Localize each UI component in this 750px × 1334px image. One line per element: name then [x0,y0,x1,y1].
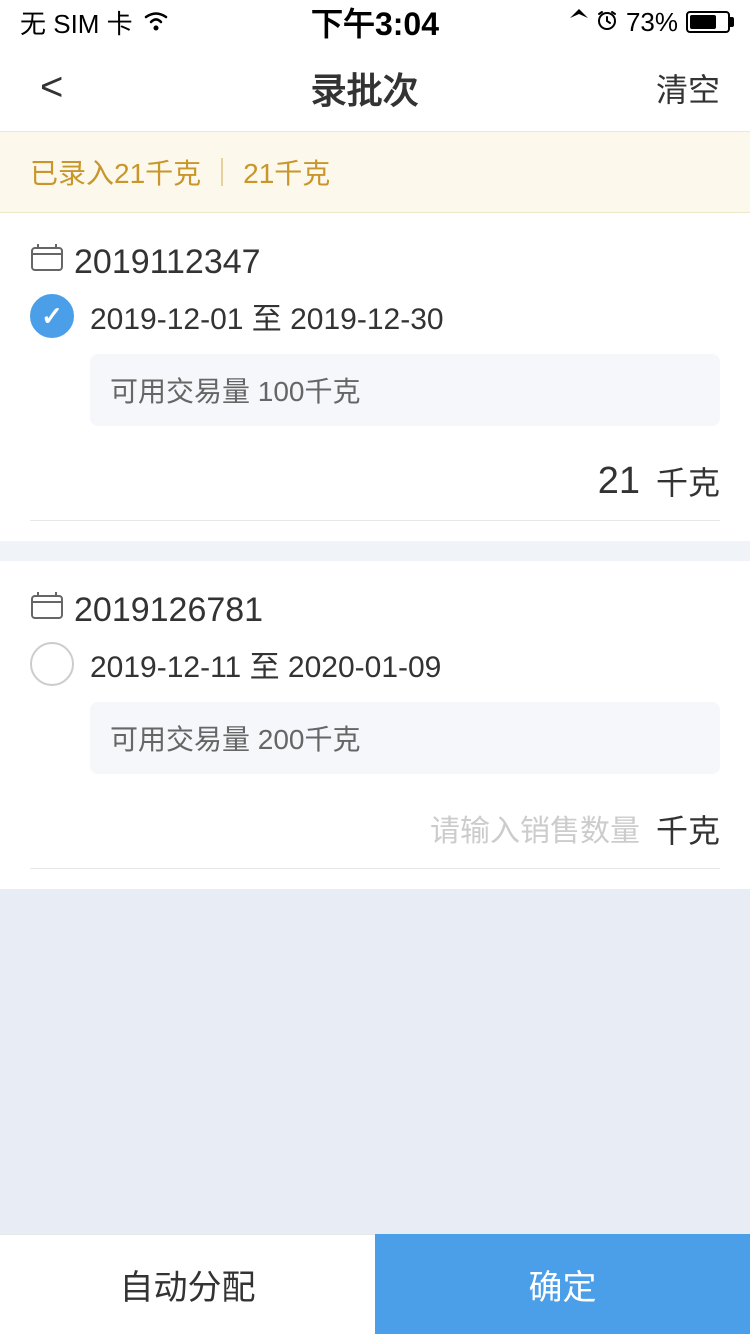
qty-input-row-2: 千克 [30,790,720,869]
batch-header-1: 2019112347 [30,243,720,282]
status-bar: 无 SIM 卡 下午3:04 73% [0,0,750,44]
status-left: 无 SIM 卡 [20,4,171,41]
alarm-icon [596,7,618,38]
batch-item-2: 2019126781 2019-12-11 至 2020-01-09 可用交易量… [0,561,750,889]
separator-1 [0,541,750,561]
content-area: 2019112347 2019-12-01 至 2019-12-30 可用交易量… [0,213,750,1315]
carrier-text: 无 SIM 卡 [20,4,133,41]
batch-date-1: 2019-12-01 至 2019-12-30 [90,294,444,338]
batch-id-icon-1 [30,244,64,282]
qty-input-2[interactable] [151,808,640,851]
qty-unit-1: 千克 [656,458,720,504]
back-button[interactable]: < [30,55,73,120]
confirm-button[interactable]: 确定 [375,1234,750,1334]
batch-date-2: 2019-12-11 至 2020-01-09 [90,642,441,686]
radio-1[interactable] [30,294,74,338]
location-icon [570,7,588,38]
battery-text: 73% [626,7,678,38]
available-qty-1: 可用交易量 100千克 [90,354,720,426]
summary-value: 21千克 [243,152,330,192]
status-right: 73% [570,7,730,38]
summary-bar: 已录入21千克 21千克 [0,132,750,213]
summary-label: 已录入21千克 [30,152,201,192]
status-time: 下午3:04 [311,0,439,45]
batch-item-1: 2019112347 2019-12-01 至 2019-12-30 可用交易量… [0,213,750,541]
summary-divider [221,158,223,186]
bottom-buttons: 自动分配 确定 [0,1234,750,1334]
available-qty-2: 可用交易量 200千克 [90,702,720,774]
batch-header-2: 2019126781 [30,591,720,630]
battery-icon [686,11,730,33]
batch-date-row-1: 2019-12-01 至 2019-12-30 [30,294,720,338]
page-title: 录批次 [311,62,419,114]
qty-unit-2: 千克 [656,806,720,852]
clear-button[interactable]: 清空 [656,65,720,111]
radio-2[interactable] [30,642,74,686]
wifi-icon [141,7,171,38]
batch-id-1: 2019112347 [74,243,261,282]
qty-input-row-1: 千克 [30,442,720,521]
nav-bar: < 录批次 清空 [0,44,750,132]
auto-distribute-button[interactable]: 自动分配 [0,1234,375,1334]
qty-input-1[interactable] [151,460,640,503]
batch-id-icon-2 [30,592,64,630]
batch-date-row-2: 2019-12-11 至 2020-01-09 [30,642,720,686]
batch-id-2: 2019126781 [74,591,263,630]
